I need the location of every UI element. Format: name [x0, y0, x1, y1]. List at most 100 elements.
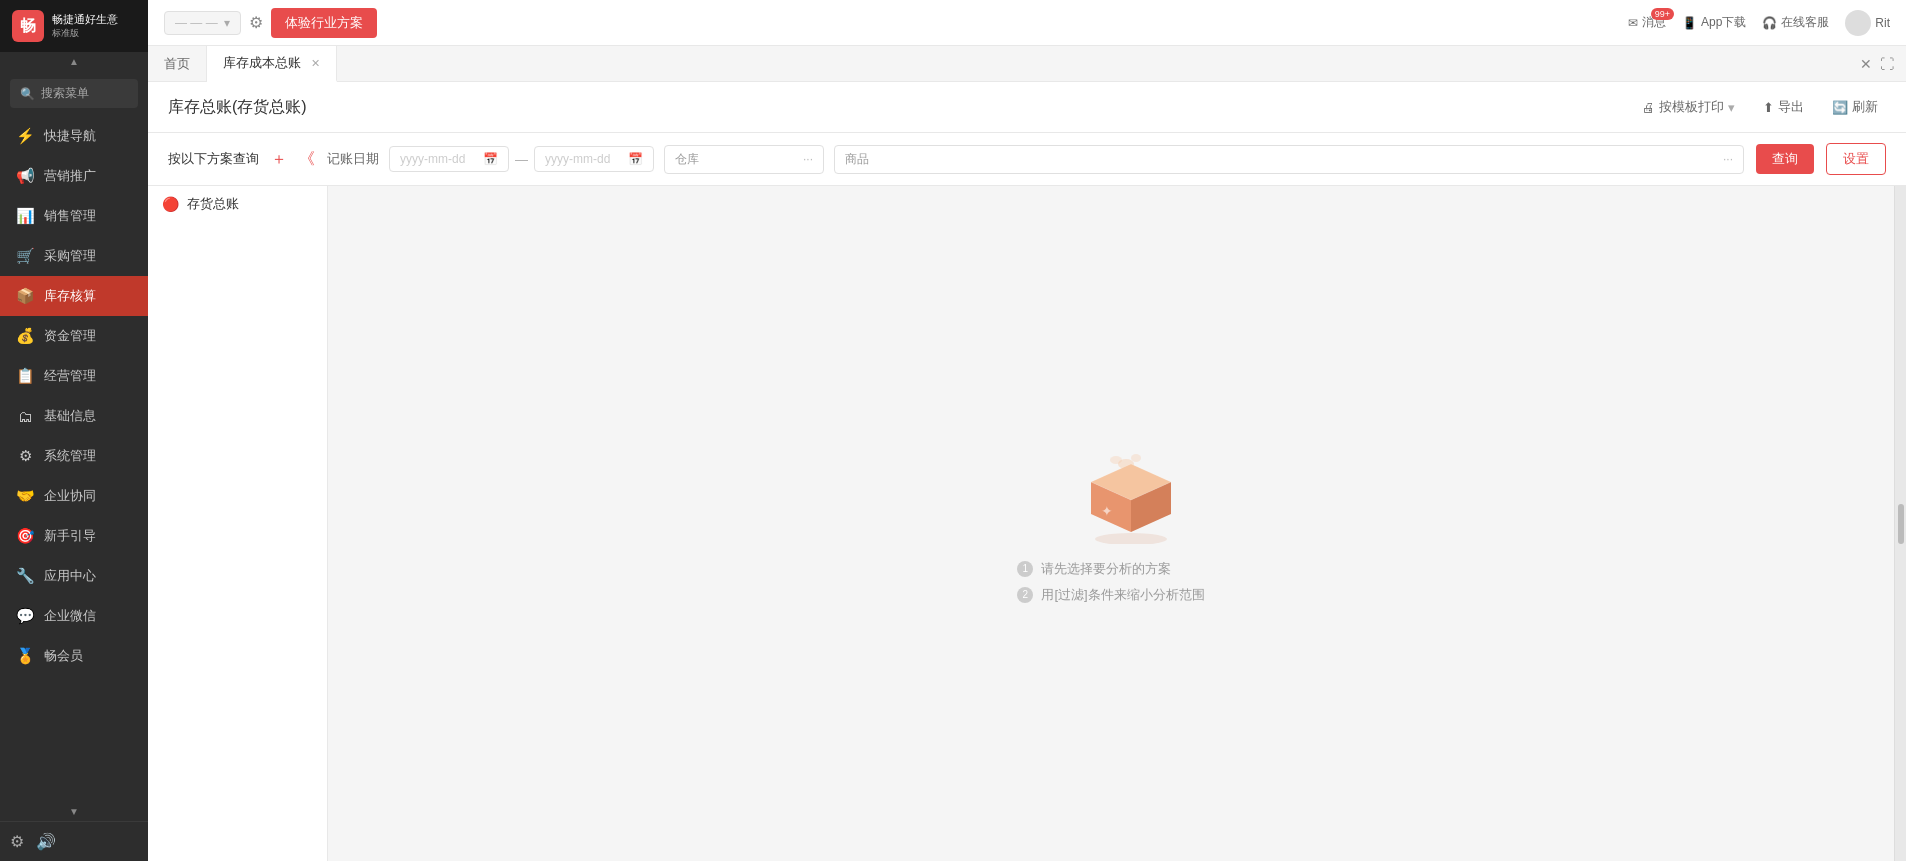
refresh-icon: 🔄 [1832, 100, 1848, 115]
printer-icon: 🖨 [1642, 100, 1655, 115]
sidebar-item-sales[interactable]: 📊 销售管理 [0, 196, 148, 236]
sidebar-item-newbie[interactable]: 🎯 新手引导 [0, 516, 148, 556]
window-actions: ✕ ⛶ [1860, 56, 1906, 72]
sidebar-scroll-down[interactable]: ▼ [0, 802, 148, 821]
user-name: Rit [1875, 16, 1890, 30]
sidebar-item-purchase[interactable]: 🛒 采购管理 [0, 236, 148, 276]
app-badge: 标准版 [52, 27, 118, 40]
right-scroll-handle[interactable] [1894, 186, 1906, 861]
svg-point-8 [1095, 533, 1167, 544]
sidebar-item-operation[interactable]: 📋 经营管理 [0, 356, 148, 396]
scheme-item-inventory[interactable]: 🔴 存货总账 [148, 186, 327, 222]
sidebar-item-system[interactable]: ⚙ 系统管理 [0, 436, 148, 476]
settings-button[interactable]: 设置 [1826, 143, 1886, 175]
sidebar-item-label: 企业协同 [44, 487, 96, 505]
tab-home[interactable]: 首页 [148, 46, 207, 82]
tab-inventory-cost-label: 库存成本总账 [223, 54, 301, 72]
filter-collapse-button[interactable]: 《 [299, 149, 315, 170]
scheme-item-label: 存货总账 [187, 195, 239, 213]
date-label: 记账日期 [327, 150, 379, 168]
filter-bar: 按以下方案查询 ＋ 《 记账日期 yyyy-mm-dd 📅 — yyyy-mm-… [148, 133, 1906, 186]
filter-add-button[interactable]: ＋ [271, 149, 287, 170]
sidebar-item-apps[interactable]: 🔧 应用中心 [0, 556, 148, 596]
search-icon: 🔍 [20, 87, 35, 101]
print-template-label: 按模板打印 [1659, 98, 1724, 116]
warehouse-select[interactable]: 仓库 ··· [664, 145, 824, 174]
sidebar-item-cooperation[interactable]: 🤝 企业协同 [0, 476, 148, 516]
basic-icon: 🗂 [16, 408, 34, 425]
calendar-end-icon[interactable]: 📅 [628, 152, 643, 166]
operation-icon: 📋 [16, 367, 34, 385]
scroll-handle-bar [1898, 504, 1904, 544]
sidebar-search[interactable]: 🔍 搜索菜单 [10, 79, 138, 108]
export-icon: ⬆ [1763, 100, 1774, 115]
sidebar-item-label: 经营管理 [44, 367, 96, 385]
svg-point-1 [1131, 454, 1141, 462]
sidebar-scroll-up[interactable]: ▲ [0, 52, 148, 71]
date-start-input[interactable]: yyyy-mm-dd 📅 [389, 146, 509, 172]
sidebar: 畅 畅捷通好生意 标准版 ▲ 🔍 搜索菜单 ⚡ 快捷导航 📢 营销推广 📊 销售… [0, 0, 148, 861]
sidebar-item-finance[interactable]: 💰 资金管理 [0, 316, 148, 356]
topbar: — — — ▾ ⚙ 体验行业方案 ✉ 消息 99+ 📱 App下载 🎧 在线客服 [148, 0, 1906, 46]
empty-state: ✦ 1 请先选择要分析的方案 2 用[过滤]条件来缩小分析范围 [1017, 444, 1204, 604]
search-button[interactable]: 查询 [1756, 144, 1814, 174]
export-btn[interactable]: ⬆ 导出 [1755, 94, 1812, 120]
date-start-placeholder: yyyy-mm-dd [400, 152, 465, 166]
sidebar-item-marketing[interactable]: 📢 营销推广 [0, 156, 148, 196]
online-service-btn[interactable]: 🎧 在线客服 [1762, 14, 1829, 31]
sidebar-item-member[interactable]: 🏅 畅会员 [0, 636, 148, 676]
chevron-down-icon: ▾ [224, 16, 230, 30]
calendar-start-icon[interactable]: 📅 [483, 152, 498, 166]
sidebar-logo: 畅 畅捷通好生意 标准版 [0, 0, 148, 52]
sidebar-item-label: 新手引导 [44, 527, 96, 545]
tab-close-icon[interactable]: ✕ [311, 57, 320, 70]
sidebar-item-inventory[interactable]: 📦 库存核算 [0, 276, 148, 316]
window-expand-icon[interactable]: ⛶ [1880, 56, 1894, 72]
shortcut-icon: ⚡ [16, 127, 34, 145]
sidebar-item-label: 销售管理 [44, 207, 96, 225]
messages-btn[interactable]: ✉ 消息 99+ [1628, 14, 1666, 31]
gear-button[interactable]: ⚙ [249, 13, 263, 32]
print-dropdown-icon: ▾ [1728, 100, 1735, 115]
newbie-icon: 🎯 [16, 527, 34, 545]
topbar-left: — — — ▾ ⚙ 体验行业方案 [164, 8, 1618, 38]
inventory-icon: 📦 [16, 287, 34, 305]
refresh-btn[interactable]: 🔄 刷新 [1824, 94, 1886, 120]
date-end-input[interactable]: yyyy-mm-dd 📅 [534, 146, 654, 172]
app-logo-icon: 畅 [12, 10, 44, 42]
headset-icon: 🎧 [1762, 16, 1777, 30]
member-icon: 🏅 [16, 647, 34, 665]
settings-bottom-icon[interactable]: ⚙ [10, 832, 24, 851]
sidebar-item-basic[interactable]: 🗂 基础信息 [0, 396, 148, 436]
warehouse-more-icon: ··· [803, 152, 813, 166]
scheme-panel: 🔴 存货总账 [148, 186, 328, 861]
sidebar-item-wechat[interactable]: 💬 企业微信 [0, 596, 148, 636]
empty-tips: 1 请先选择要分析的方案 2 用[过滤]条件来缩小分析范围 [1017, 560, 1204, 604]
industry-btn[interactable]: 体验行业方案 [271, 8, 377, 38]
app-download-label: App下载 [1701, 14, 1746, 31]
breadcrumb[interactable]: — — — ▾ [164, 11, 241, 35]
audio-icon[interactable]: 🔊 [36, 832, 56, 851]
sidebar-item-shortcut[interactable]: ⚡ 快捷导航 [0, 116, 148, 156]
sidebar-bottom: ⚙ 🔊 [0, 821, 148, 861]
tip-item-1: 1 请先选择要分析的方案 [1017, 560, 1204, 578]
main-area: — — — ▾ ⚙ 体验行业方案 ✉ 消息 99+ 📱 App下载 🎧 在线客服 [148, 0, 1906, 861]
finance-icon: 💰 [16, 327, 34, 345]
user-info[interactable]: Rit [1845, 10, 1890, 36]
sidebar-item-label: 库存核算 [44, 287, 96, 305]
product-select[interactable]: 商品 ··· [834, 145, 1744, 174]
warehouse-placeholder: 仓库 [675, 151, 699, 168]
svg-text:✦: ✦ [1101, 503, 1113, 519]
user-avatar [1845, 10, 1871, 36]
tip-num-2: 2 [1017, 587, 1033, 603]
window-close-icon[interactable]: ✕ [1860, 56, 1872, 72]
app-download-btn[interactable]: 📱 App下载 [1682, 14, 1746, 31]
main-content: ✦ 1 请先选择要分析的方案 2 用[过滤]条件来缩小分析范围 [328, 186, 1894, 861]
sales-icon: 📊 [16, 207, 34, 225]
tab-inventory-cost[interactable]: 库存成本总账 ✕ [207, 46, 337, 82]
tabbar: 首页 库存成本总账 ✕ ✕ ⛶ [148, 46, 1906, 82]
breadcrumb-text: — — — [175, 16, 218, 30]
apps-icon: 🔧 [16, 567, 34, 585]
topbar-right: ✉ 消息 99+ 📱 App下载 🎧 在线客服 Rit [1628, 10, 1890, 36]
print-template-btn[interactable]: 🖨 按模板打印 ▾ [1634, 94, 1743, 120]
